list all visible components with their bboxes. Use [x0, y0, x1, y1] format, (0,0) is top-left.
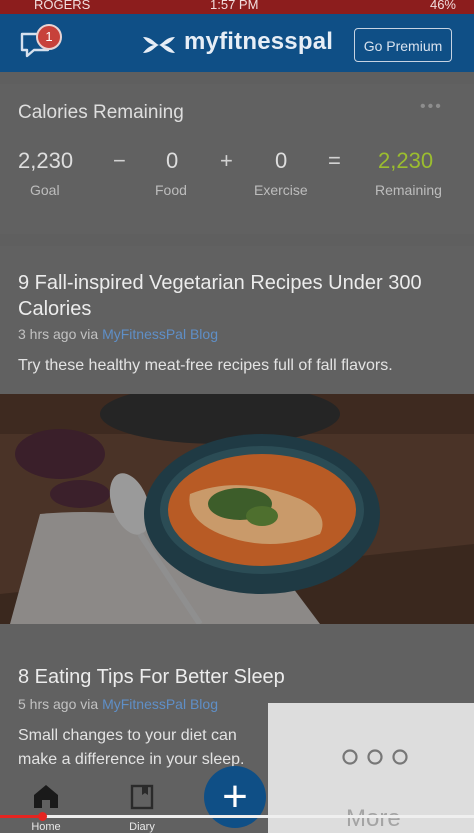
article-title[interactable]: 9 Fall-inspired Vegetarian Recipes Under…: [18, 270, 444, 322]
tab-home-label: Home: [31, 821, 61, 833]
notification-badge: 1: [36, 24, 62, 50]
battery-label: 46%: [429, 0, 456, 12]
article-description: Small changes to your diet can make a di…: [18, 727, 245, 768]
equals-operator: =: [328, 148, 341, 173]
status-bar: ROGERS 1:57 PM 46%: [0, 0, 474, 14]
article-time: 3 hrs ago via: [18, 326, 99, 342]
article-time: 5 hrs ago via: [18, 696, 99, 712]
time-label: 1:57 PM: [210, 0, 259, 12]
article-meta: 3 hrs ago via MyFitnessPal Blog: [18, 326, 218, 342]
article-title[interactable]: 8 Eating Tips For Better Sleep: [18, 664, 444, 690]
article-description: Try these healthy meat-free recipes full…: [18, 357, 393, 374]
calories-remaining-card[interactable]: Calories Remaining ••• 2,230 Goal − 0 Fo…: [0, 84, 474, 234]
app-header: 1 myfitnesspal Go Premium: [0, 14, 474, 72]
food-value: 0: [166, 148, 179, 173]
add-button[interactable]: +: [204, 766, 266, 828]
soup-photo[interactable]: [0, 394, 474, 624]
goal-label: Goal: [30, 182, 60, 198]
minus-operator: −: [113, 148, 126, 173]
exercise-label: Exercise: [254, 182, 308, 198]
tab-more[interactable]: More: [268, 703, 474, 833]
calories-title: Calories Remaining: [18, 102, 184, 123]
app-logo: myfitnesspal: [184, 28, 334, 55]
exercise-value: 0: [275, 148, 288, 173]
plus-operator: +: [220, 148, 233, 173]
under-armour-logo-icon: [143, 37, 175, 53]
card-menu-icon[interactable]: •••: [420, 98, 443, 116]
remaining-label: Remaining: [375, 182, 442, 198]
remaining-value: 2,230: [378, 148, 434, 173]
goal-value: 2,230: [18, 148, 74, 173]
video-progress-track[interactable]: [0, 815, 474, 818]
tab-diary-label: Diary: [129, 821, 155, 833]
home-icon: [34, 785, 58, 808]
article-meta: 5 hrs ago via MyFitnessPal Blog: [18, 696, 218, 712]
video-scrubber-handle[interactable]: [38, 812, 47, 821]
food-label: Food: [155, 182, 187, 198]
diary-icon: [130, 784, 154, 810]
tab-diary[interactable]: Diary: [118, 774, 166, 833]
tab-home[interactable]: Home: [22, 774, 70, 833]
tab-more-label: More: [346, 805, 401, 832]
more-dots-icon: [342, 749, 408, 765]
carrier-label: ROGERS: [34, 0, 91, 12]
article-source-link[interactable]: MyFitnessPal Blog: [102, 326, 218, 342]
article-card[interactable]: 9 Fall-inspired Vegetarian Recipes Under…: [0, 246, 474, 394]
article-source-link[interactable]: MyFitnessPal Blog: [102, 696, 218, 712]
go-premium-button[interactable]: Go Premium: [354, 28, 452, 62]
